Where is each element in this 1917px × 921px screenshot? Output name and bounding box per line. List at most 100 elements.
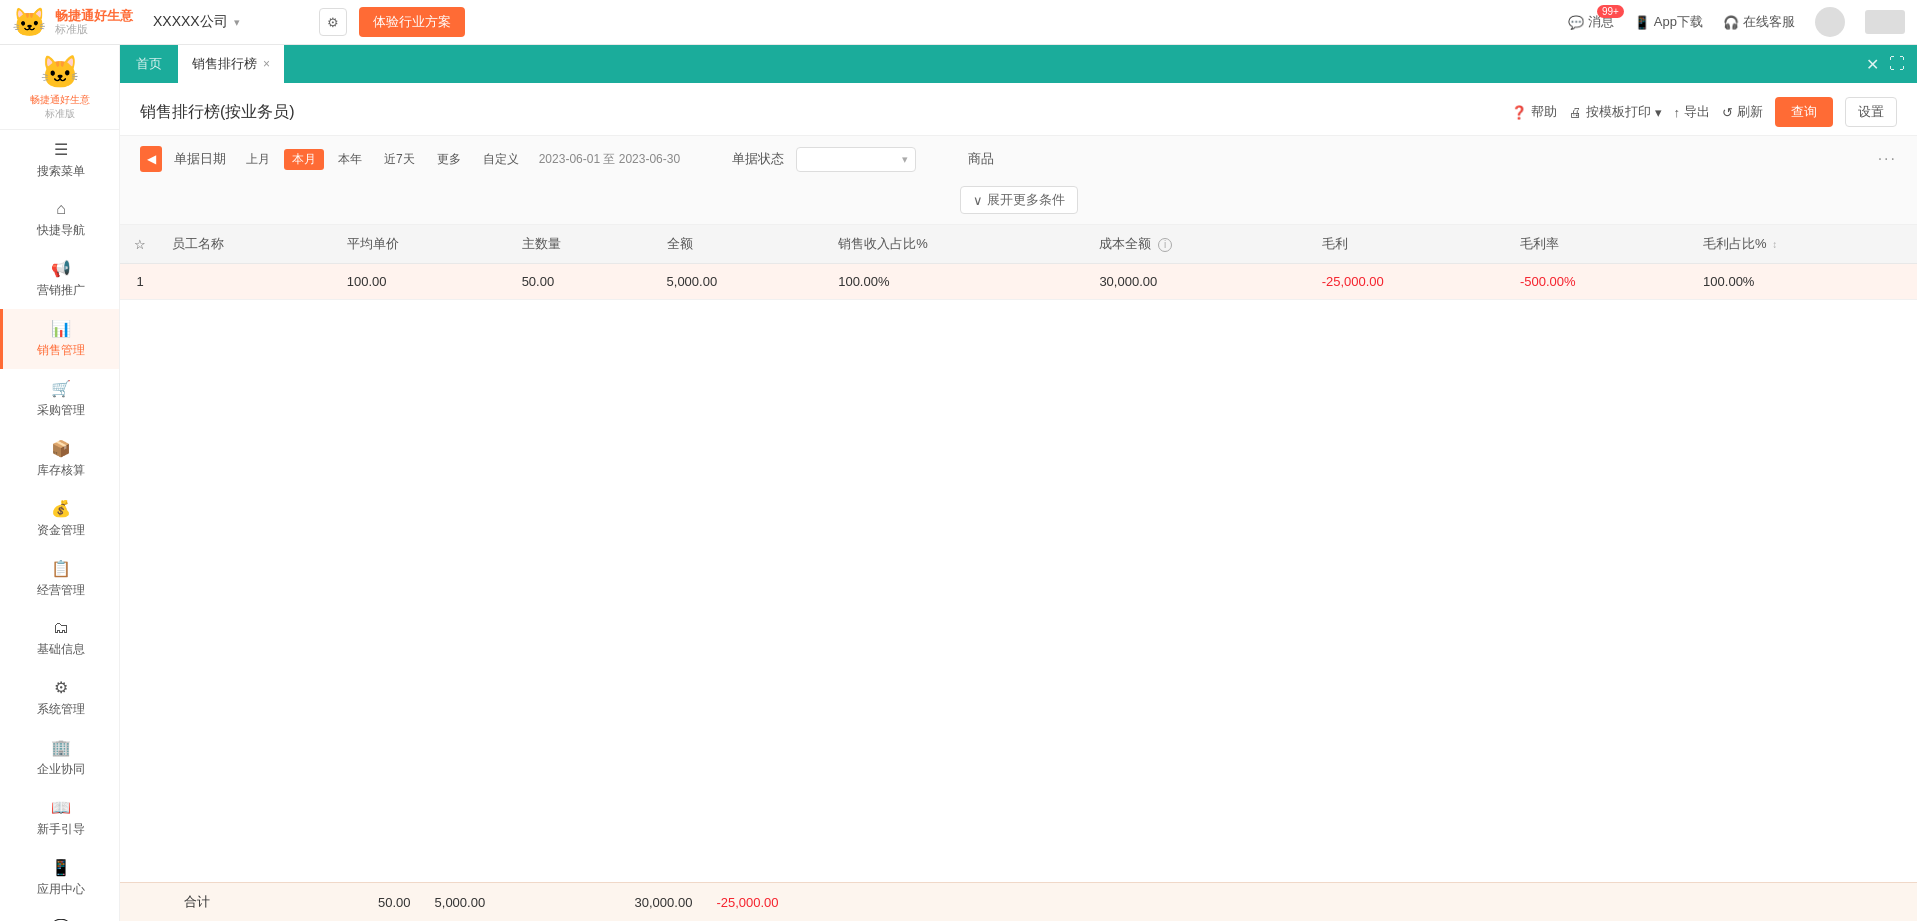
collapse-filter-button[interactable]: ◀ — [140, 146, 162, 172]
status-select[interactable] — [796, 147, 916, 172]
col-name: 员工名称 — [160, 225, 335, 264]
col-amount: 全额 — [655, 225, 827, 264]
goods-filter-label: 商品 — [968, 150, 994, 168]
date-tab-this-year[interactable]: 本年 — [330, 149, 370, 170]
chevron-down-expand-icon: ∨ — [973, 193, 983, 208]
sidebar-label-basic: 基础信息 — [37, 641, 85, 658]
sidebar-label-enterprise: 企业协同 — [37, 761, 85, 778]
tab-sales-rank-label: 销售排行榜 — [192, 55, 257, 73]
cell-gross-pct: 100.00% — [1691, 264, 1917, 300]
tab-sales-rank[interactable]: 销售排行榜 × — [178, 45, 284, 83]
settings-icon[interactable]: ⚙ — [319, 8, 347, 36]
sidebar-item-finance[interactable]: 💰 资金管理 — [0, 489, 119, 549]
sidebar-label-marketing: 营销推广 — [37, 282, 85, 299]
message-button[interactable]: 💬 消息 99+ — [1568, 13, 1614, 31]
print-icon: 🖨 — [1569, 105, 1582, 120]
tab-bar-right: ✕ ⛶ — [1866, 55, 1917, 74]
help-icon: ❓ — [1511, 105, 1527, 120]
cost-info-icon[interactable]: i — [1158, 238, 1172, 252]
cell-index: 1 — [120, 264, 160, 300]
date-tab-7days[interactable]: 近7天 — [376, 149, 423, 170]
tab-home-label: 首页 — [136, 55, 162, 73]
col-sales-pct: 销售收入占比% — [826, 225, 1087, 264]
window-maximize-icon[interactable]: ⛶ — [1889, 55, 1905, 73]
cell-gross: -25,000.00 — [1310, 264, 1508, 300]
sidebar-item-basic[interactable]: 🗂 基础信息 — [0, 609, 119, 668]
app-download-button[interactable]: 📱 App下载 — [1634, 13, 1703, 31]
home-icon: ⌂ — [56, 200, 66, 218]
goods-more-icon[interactable]: ··· — [1878, 150, 1897, 168]
company-name: XXXXX公司 — [153, 13, 228, 31]
col-gross-pct: 毛利占比% ↕ — [1691, 225, 1917, 264]
sidebar-label-sales: 销售管理 — [37, 342, 85, 359]
sidebar-logo-text: 畅捷通好生意 — [30, 93, 90, 107]
sidebar-label-app-center: 应用中心 — [37, 881, 85, 898]
logo-icon: 🐱 — [12, 6, 47, 39]
sidebar-item-enterprise[interactable]: 🏢 企业协同 — [0, 728, 119, 788]
sidebar-logo-icon: 🐱 — [40, 53, 80, 91]
page-title: 销售排行榜(按业务员) — [140, 102, 295, 123]
query-button[interactable]: 查询 — [1775, 97, 1833, 127]
sidebar-item-guide[interactable]: 📖 新手引导 — [0, 788, 119, 848]
refresh-icon: ↺ — [1722, 105, 1733, 120]
date-tab-more[interactable]: 更多 — [429, 149, 469, 170]
date-tab-custom[interactable]: 自定义 — [475, 149, 527, 170]
trial-button[interactable]: 体验行业方案 — [359, 7, 465, 37]
date-tab-this-month[interactable]: 本月 — [284, 149, 324, 170]
sidebar-item-marketing[interactable]: 📢 营销推广 — [0, 249, 119, 309]
expand-filter-button[interactable]: ∨ 展开更多条件 — [960, 186, 1078, 214]
page-header: 销售排行榜(按业务员) ❓ 帮助 🖨 按模板打印 ▾ ↑ 导出 — [120, 83, 1917, 136]
online-service-button[interactable]: 🎧 在线客服 — [1723, 13, 1795, 31]
sidebar-label-search: 搜索菜单 — [37, 163, 85, 180]
sidebar-item-app-center[interactable]: 📱 应用中心 — [0, 848, 119, 908]
app-version: 标准版 — [55, 23, 133, 35]
help-button[interactable]: ❓ 帮助 — [1511, 103, 1557, 121]
sidebar-item-system[interactable]: ⚙ 系统管理 — [0, 668, 119, 728]
col-cost: 成本全额 i — [1087, 225, 1309, 264]
cell-sales-pct: 100.00% — [826, 264, 1087, 300]
window-close-icon[interactable]: ✕ — [1866, 55, 1879, 74]
sidebar-item-wechat[interactable]: 💬 企业微信 — [0, 908, 119, 921]
print-chevron-icon: ▾ — [1655, 105, 1662, 120]
col-index: ☆ — [120, 225, 160, 264]
content-area: 首页 销售排行榜 × ✕ ⛶ 销售排行榜(按业务员) ❓ 帮助 — [120, 45, 1917, 921]
top-right-actions: 💬 消息 99+ 📱 App下载 🎧 在线客服 — [1568, 7, 1905, 37]
export-button[interactable]: ↑ 导出 — [1674, 103, 1711, 121]
avatar[interactable] — [1815, 7, 1845, 37]
main-layout: 🐱 畅捷通好生意 标准版 ☰ 搜索菜单 ⌂ 快捷导航 📢 营销推广 📊 销售管理… — [0, 45, 1917, 921]
sidebar-label-finance: 资金管理 — [37, 522, 85, 539]
tab-bar: 首页 销售排行榜 × ✕ ⛶ — [120, 45, 1917, 83]
page-content: 销售排行榜(按业务员) ❓ 帮助 🖨 按模板打印 ▾ ↑ 导出 — [120, 83, 1917, 921]
refresh-button[interactable]: ↺ 刷新 — [1722, 103, 1763, 121]
footer-amount-total: 5,000.00 — [423, 895, 523, 910]
sidebar-item-quick-nav[interactable]: ⌂ 快捷导航 — [0, 190, 119, 249]
sidebar-item-business[interactable]: 📋 经营管理 — [0, 549, 119, 609]
date-tabs: 上月 本月 本年 近7天 更多 自定义 — [238, 149, 527, 170]
footer-gross-total: -25,000.00 — [704, 895, 790, 910]
filter-area: ◀ 单据日期 上月 本月 本年 近7天 更多 自定义 2023-06-01 至 … — [120, 136, 1917, 225]
sidebar-label-quick-nav: 快捷导航 — [37, 222, 85, 239]
cell-cost: 30,000.00 — [1087, 264, 1309, 300]
gross-pct-sort-icon[interactable]: ↕ — [1772, 239, 1777, 250]
tab-home[interactable]: 首页 — [120, 45, 178, 83]
sidebar: 🐱 畅捷通好生意 标准版 ☰ 搜索菜单 ⌂ 快捷导航 📢 营销推广 📊 销售管理… — [0, 45, 120, 921]
table-row: 1 100.00 50.00 5,000.00 100.00% 30,000.0… — [120, 264, 1917, 300]
user-name — [1865, 10, 1905, 34]
sidebar-item-sales[interactable]: 📊 销售管理 — [0, 309, 119, 369]
date-range-display: 2023-06-01 至 2023-06-30 — [539, 151, 680, 168]
page-actions: ❓ 帮助 🖨 按模板打印 ▾ ↑ 导出 ↺ 刷新 — [1511, 97, 1898, 127]
sidebar-item-inventory[interactable]: 📦 库存核算 — [0, 429, 119, 489]
tab-close-icon[interactable]: × — [263, 57, 270, 71]
sidebar-item-search[interactable]: ☰ 搜索菜单 — [0, 130, 119, 190]
message-badge: 99+ — [1597, 5, 1624, 18]
col-avg-price: 平均单价 — [335, 225, 510, 264]
company-selector[interactable]: XXXXX公司 ▾ — [153, 13, 313, 31]
footer-cost-total: 30,000.00 — [623, 895, 705, 910]
data-table: ☆ 员工名称 平均单价 主数量 全额 销售收入占比% 成本全额 i — [120, 225, 1917, 300]
col-qty: 主数量 — [510, 225, 655, 264]
date-tab-prev-month[interactable]: 上月 — [238, 149, 278, 170]
inventory-icon: 📦 — [51, 439, 71, 458]
print-button[interactable]: 🖨 按模板打印 ▾ — [1569, 103, 1662, 121]
settings-button[interactable]: 设置 — [1845, 97, 1897, 127]
sidebar-item-purchase[interactable]: 🛒 采购管理 — [0, 369, 119, 429]
